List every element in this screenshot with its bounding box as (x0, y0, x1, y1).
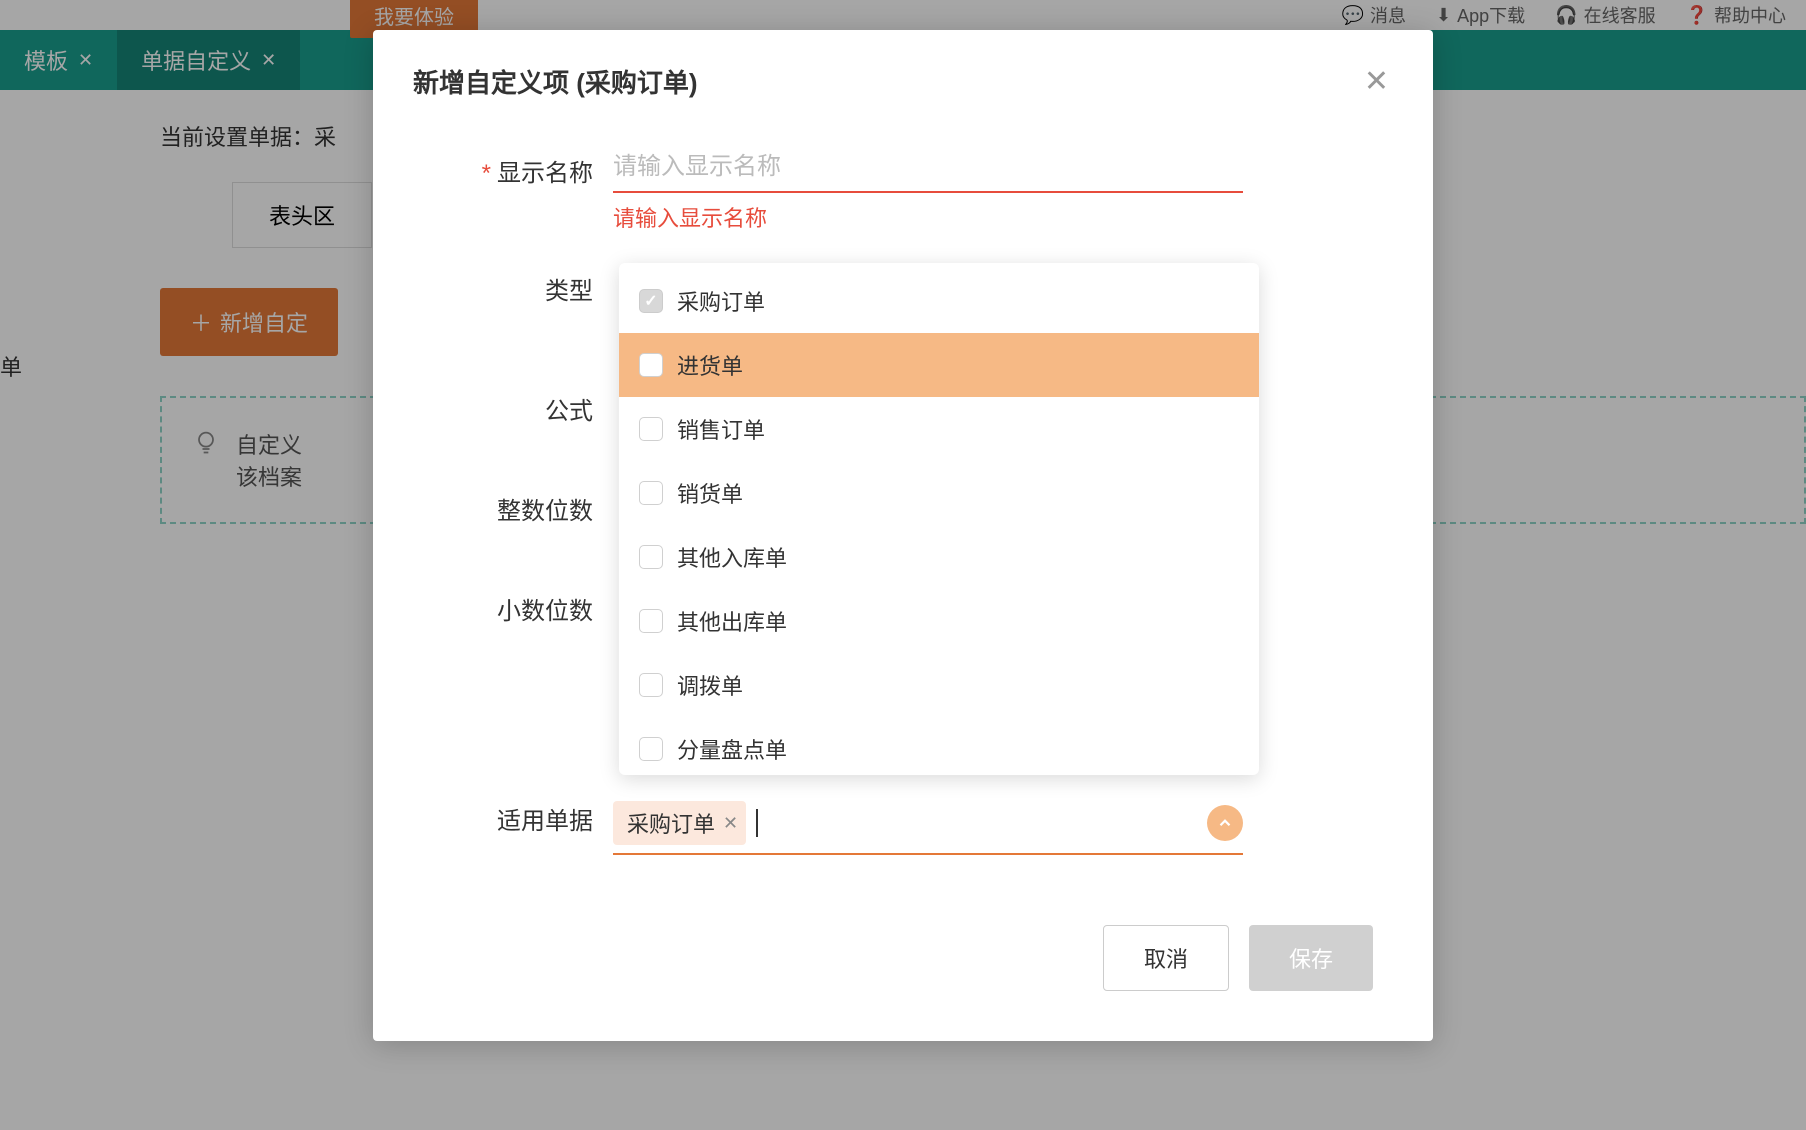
display-name-error: 请输入显示名称 (613, 201, 1243, 233)
checkbox-icon[interactable] (639, 673, 663, 697)
dropdown-item[interactable]: 调拨单 (619, 653, 1259, 717)
chevron-up-icon[interactable] (1207, 805, 1243, 841)
save-button[interactable]: 保存 (1249, 925, 1373, 991)
close-icon[interactable]: ✕ (1360, 60, 1393, 103)
label-type: 类型 (433, 263, 613, 306)
checkbox-icon[interactable] (639, 289, 663, 313)
modal-add-custom-item: 新增自定义项 (采购订单) ✕ *显示名称 请输入显示名称 类型 (373, 30, 1433, 1041)
modal-title: 新增自定义项 (采购订单) (413, 63, 698, 100)
checkbox-icon[interactable] (639, 353, 663, 377)
dropdown-item[interactable]: 销售订单 (619, 397, 1259, 461)
dropdown-item-label: 分量盘点单 (677, 733, 787, 765)
checkbox-icon[interactable] (639, 417, 663, 441)
applicable-docs-input[interactable]: 采购订单 ✕ (613, 793, 1243, 855)
label-decimal-digits: 小数位数 (433, 583, 613, 626)
dropdown-item-label: 采购订单 (677, 285, 765, 317)
dropdown-item-label: 其他入库单 (677, 541, 787, 573)
checkbox-icon[interactable] (639, 481, 663, 505)
close-icon[interactable]: ✕ (723, 813, 738, 834)
modal-overlay: 新增自定义项 (采购订单) ✕ *显示名称 请输入显示名称 类型 (0, 0, 1806, 1130)
cancel-button[interactable]: 取消 (1103, 925, 1229, 991)
chip-label: 采购订单 (627, 807, 715, 839)
dropdown-item-label: 调拨单 (677, 669, 743, 701)
checkbox-icon[interactable] (639, 609, 663, 633)
dropdown-item[interactable]: 分量盘点单 (619, 717, 1259, 769)
text-cursor (756, 809, 758, 837)
dropdown-item[interactable]: 其他出库单 (619, 589, 1259, 653)
checkbox-icon[interactable] (639, 545, 663, 569)
label-display-name: *显示名称 (433, 143, 613, 188)
label-applicable-docs: 适用单据 (433, 793, 613, 836)
dropdown-item-label: 销售订单 (677, 413, 765, 445)
dropdown-item-label: 其他出库单 (677, 605, 787, 637)
dropdown-item-label: 进货单 (677, 349, 743, 381)
dropdown-item-label: 销货单 (677, 477, 743, 509)
dropdown-applicable-docs: 采购订单进货单销售订单销货单其他入库单其他出库单调拨单分量盘点单 (619, 263, 1259, 775)
dropdown-item[interactable]: 销货单 (619, 461, 1259, 525)
checkbox-icon[interactable] (639, 737, 663, 761)
dropdown-item[interactable]: 其他入库单 (619, 525, 1259, 589)
required-star-icon: * (482, 160, 491, 187)
dropdown-item[interactable]: 采购订单 (619, 269, 1259, 333)
label-formula: 公式 (433, 383, 613, 426)
dropdown-item[interactable]: 进货单 (619, 333, 1259, 397)
label-integer-digits: 整数位数 (433, 483, 613, 526)
chip-purchase-order: 采购订单 ✕ (613, 801, 746, 845)
display-name-input[interactable] (613, 143, 1243, 193)
